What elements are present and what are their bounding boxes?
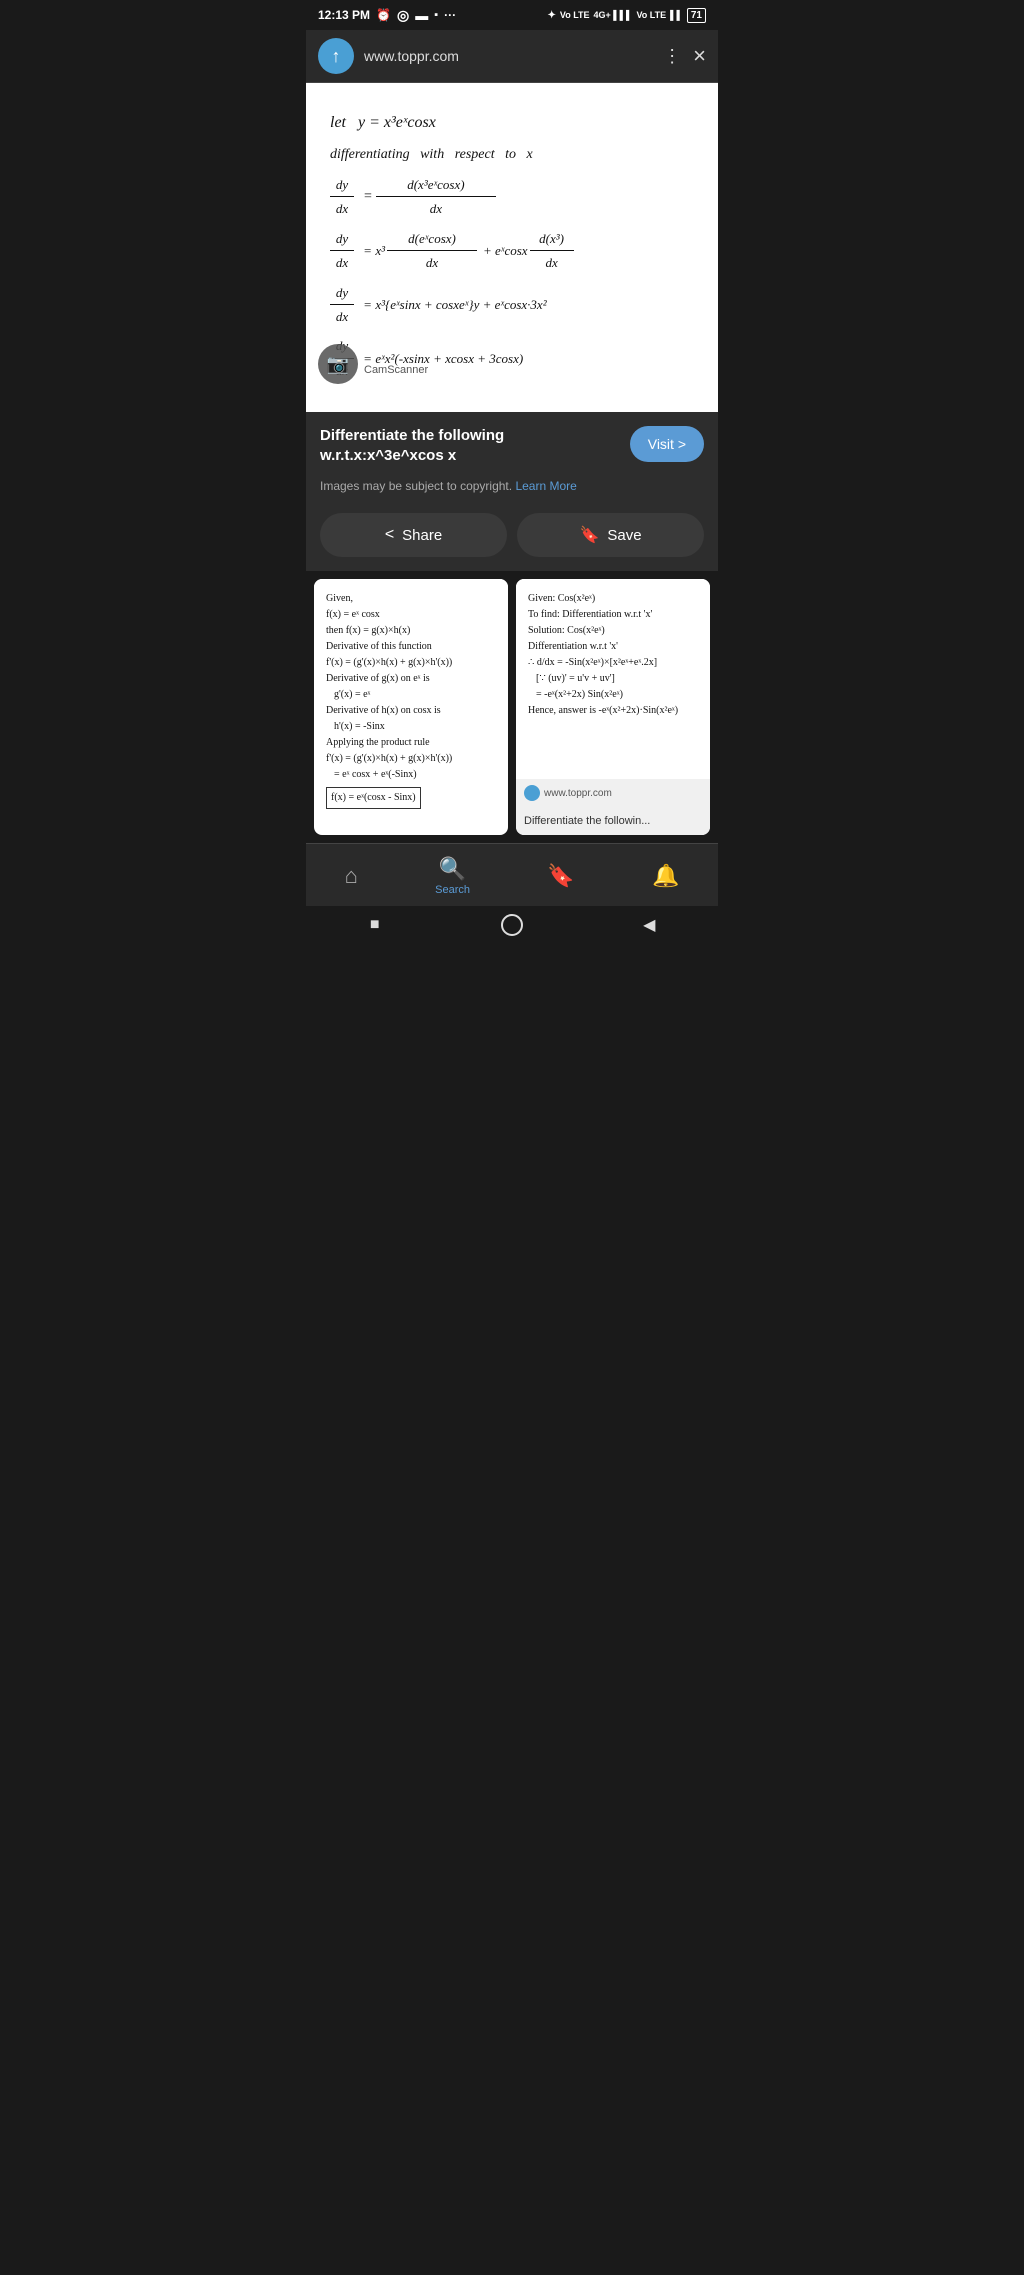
browser-logo[interactable]: ↑: [318, 38, 354, 74]
time-display: 12:13 PM: [318, 8, 370, 22]
more-options-icon[interactable]: ⋮: [663, 46, 681, 67]
nav-home[interactable]: ⌂: [333, 859, 370, 893]
nav-bookmarks[interactable]: 🔖: [535, 859, 586, 893]
bookmark-icon: 🔖: [579, 525, 599, 545]
status-right: ✦ Vo LTE 4G+ ▌▌▌ Vo LTE ▌▌ 71: [547, 8, 706, 23]
related-card-2-footer: www.toppr.com: [516, 779, 710, 807]
math-image-container: let y = x³eˣcosx differentiating with re…: [306, 83, 718, 412]
battery-indicator: 71: [687, 8, 706, 23]
related-images-grid: Given, f(x) = eˣ cosx then f(x) = g(x)×h…: [306, 571, 718, 843]
browser-bar: ↑ www.toppr.com ⋮ ×: [306, 30, 718, 83]
eq-line-3: dy dx = x³{eˣsinx + cosxeˣ}y + eˣcosx·3x…: [330, 281, 694, 329]
related-card-2-site-name: www.toppr.com: [544, 788, 612, 799]
toppr-site-icon: [524, 785, 540, 801]
signal-bars-1: 4G+ ▌▌▌: [594, 10, 633, 20]
notification-icon: ▬: [415, 8, 428, 23]
related-card-2-title: Differentiate the followin...: [524, 815, 650, 827]
url-bar[interactable]: www.toppr.com: [364, 48, 653, 64]
whatsapp-icon: ◎: [397, 7, 409, 24]
bottom-navigation: ⌂ 🔍 Search 🔖 🔔: [306, 843, 718, 906]
lte-icon: Vo LTE: [560, 10, 590, 20]
share-label: Share: [402, 527, 442, 544]
info-title-block: Differentiate the following w.r.t.x:x^3e…: [320, 426, 620, 465]
search-label: Search: [435, 884, 470, 896]
learn-more-link[interactable]: Learn More: [515, 479, 576, 493]
eq-line-1: dy dx = d(x³eˣcosx) dx: [330, 173, 694, 221]
signal-bars-2: ▌▌: [670, 10, 683, 20]
more-notifications-icon: ▪: [434, 9, 438, 21]
recents-button[interactable]: ■: [364, 914, 386, 936]
related-card-2[interactable]: Given: Cos(x²eˣ) To find: Differentiatio…: [516, 579, 710, 835]
math-content: let y = x³eˣcosx differentiating with re…: [326, 99, 698, 396]
save-label: Save: [607, 527, 641, 544]
related-card-1-content: Given, f(x) = eˣ cosx then f(x) = g(x)×h…: [314, 579, 508, 821]
share-button[interactable]: < Share: [320, 513, 507, 557]
related-card-1[interactable]: Given, f(x) = eˣ cosx then f(x) = g(x)×h…: [314, 579, 508, 835]
status-bar: 12:13 PM ⏰ ◎ ▬ ▪ ··· ✦ Vo LTE 4G+ ▌▌▌ Vo…: [306, 0, 718, 30]
camscanner-label: CamScanner: [364, 364, 428, 376]
copyright-text: Images may be subject to copyright.: [320, 479, 512, 493]
nav-search[interactable]: 🔍 Search: [423, 852, 482, 900]
visit-button[interactable]: Visit >: [630, 426, 704, 462]
info-card: Differentiate the following w.r.t.x:x^3e…: [306, 412, 718, 475]
alarm-icon: ⏰: [376, 8, 391, 22]
equation-title: let y = x³eˣcosx: [330, 109, 694, 138]
lte-icon-2: Vo LTE: [636, 10, 666, 20]
info-title: Differentiate the following w.r.t.x:x^3e…: [320, 426, 620, 465]
browser-actions: ⋮ ×: [663, 43, 706, 69]
status-left: 12:13 PM ⏰ ◎ ▬ ▪ ···: [318, 7, 456, 24]
camera-overlay-icon[interactable]: 📷: [318, 344, 358, 384]
action-buttons: < Share 🔖 Save: [306, 503, 718, 571]
bookmarks-icon: 🔖: [547, 863, 574, 889]
notifications-icon: 🔔: [652, 863, 679, 889]
home-button[interactable]: [501, 914, 523, 936]
home-icon: ⌂: [345, 863, 358, 889]
save-button[interactable]: 🔖 Save: [517, 513, 704, 557]
dots-icon: ···: [444, 8, 456, 22]
eq-line-2: dy dx = x³ d(eˣcosx) dx + eˣcosx d(x³) d…: [330, 227, 694, 275]
copyright-block: Images may be subject to copyright. Lear…: [306, 475, 718, 503]
back-button[interactable]: ◀: [638, 914, 660, 936]
system-nav-bar: ■ ◀: [306, 906, 718, 948]
search-icon: 🔍: [439, 856, 466, 882]
differentiating-label: differentiating with respect to x: [330, 142, 694, 167]
share-icon: <: [385, 526, 394, 544]
bluetooth-icon: ✦: [547, 10, 555, 21]
close-tab-icon[interactable]: ×: [693, 43, 706, 69]
nav-notifications[interactable]: 🔔: [640, 859, 691, 893]
related-card-2-content: Given: Cos(x²eˣ) To find: Differentiatio…: [516, 579, 710, 779]
